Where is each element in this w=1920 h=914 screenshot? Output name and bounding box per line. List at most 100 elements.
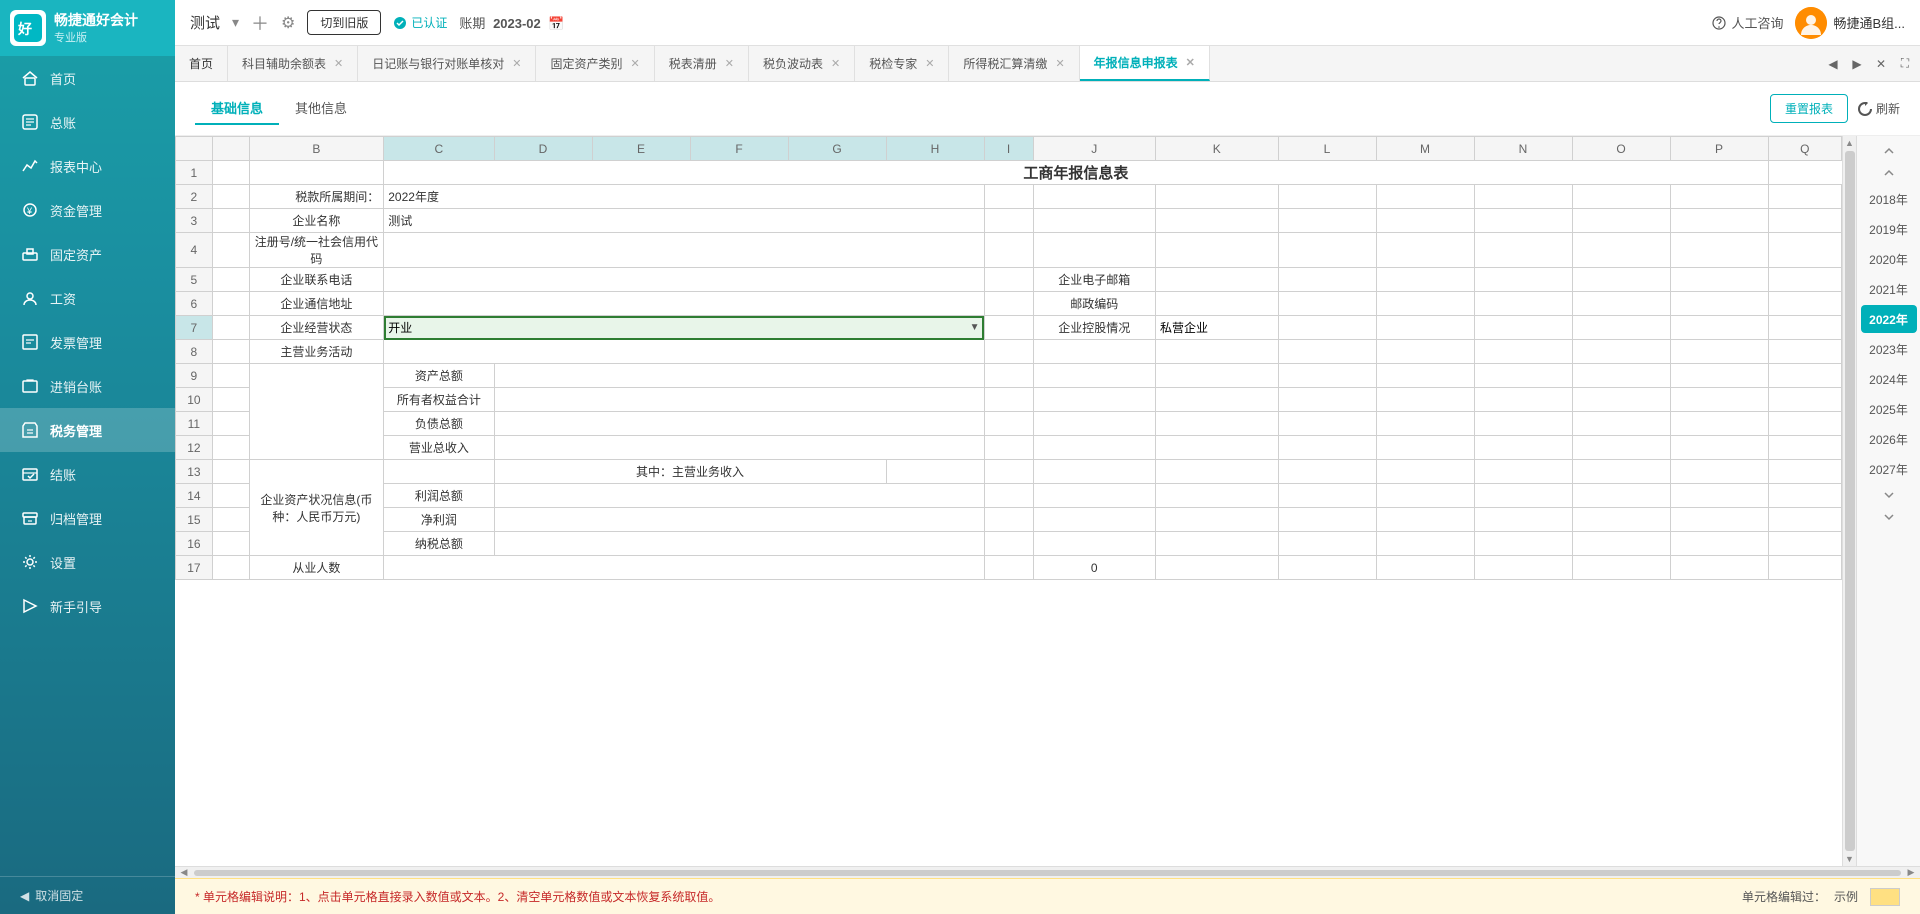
col-header-c[interactable]: C (384, 137, 494, 161)
topbar-gear-btn[interactable]: ⚙ (281, 13, 295, 33)
cell-16-k[interactable] (1156, 532, 1279, 556)
reset-report-btn[interactable]: 重置报表 (1770, 94, 1848, 123)
cell-2-i[interactable] (984, 185, 1033, 209)
cell-12-o[interactable] (1572, 436, 1670, 460)
cell-12-q[interactable] (1768, 436, 1842, 460)
cell-12-n[interactable] (1474, 436, 1572, 460)
cell-2-n[interactable] (1474, 185, 1572, 209)
cell-16-df[interactable] (494, 532, 984, 556)
cell-6-o[interactable] (1572, 292, 1670, 316)
cell-9-b[interactable] (249, 364, 384, 460)
cell-7-b[interactable]: 企业经营状态 (249, 316, 384, 340)
col-header-n[interactable]: N (1474, 137, 1572, 161)
cell-14-o[interactable] (1572, 484, 1670, 508)
cell-11-n[interactable] (1474, 412, 1572, 436)
cell-15-q[interactable] (1768, 508, 1842, 532)
cell-17-l[interactable] (1278, 556, 1376, 580)
cell-17-a[interactable] (212, 556, 249, 580)
cell-13-k[interactable] (1156, 460, 1279, 484)
cell-3-j[interactable] (1033, 209, 1156, 233)
cell-16-n[interactable] (1474, 532, 1572, 556)
tabbar-next-btn[interactable]: ▶ (1846, 53, 1868, 75)
cell-6-j[interactable]: 邮政编码 (1033, 292, 1156, 316)
sidebar-item-tax[interactable]: 税务管理 (0, 408, 175, 452)
cell-7-q[interactable] (1768, 316, 1842, 340)
year-2025[interactable]: 2025年 (1861, 395, 1917, 423)
cell-8-p[interactable] (1670, 340, 1768, 364)
cell-16-c[interactable]: 纳税总额 (384, 532, 494, 556)
cell-7-l[interactable] (1278, 316, 1376, 340)
cell-2-b[interactable]: 税款所属期间： (249, 185, 384, 209)
year-2020[interactable]: 2020年 (1861, 245, 1917, 273)
cell-7-p[interactable] (1670, 316, 1768, 340)
topbar-user[interactable]: 畅捷通B组... (1795, 7, 1905, 39)
cell-12-k[interactable] (1156, 436, 1279, 460)
year-2021[interactable]: 2021年 (1861, 275, 1917, 303)
cell-15-l[interactable] (1278, 508, 1376, 532)
cell-3-m[interactable] (1376, 209, 1474, 233)
topbar-service-btn[interactable]: 人工咨询 (1711, 13, 1783, 32)
cell-17-q[interactable] (1768, 556, 1842, 580)
cell-5-a[interactable] (212, 268, 249, 292)
cell-16-a[interactable] (212, 532, 249, 556)
cell-6-p[interactable] (1670, 292, 1768, 316)
cell-5-k[interactable] (1156, 268, 1279, 292)
cell-13-j[interactable] (1033, 460, 1156, 484)
year-2022[interactable]: 2022年 (1861, 305, 1917, 333)
cell-2-j[interactable] (1033, 185, 1156, 209)
cell-4-j[interactable] (1033, 233, 1156, 268)
cell-15-df[interactable] (494, 508, 984, 532)
cell-17-i[interactable] (984, 556, 1033, 580)
cell-11-i[interactable] (984, 412, 1033, 436)
cell-8-a[interactable] (212, 340, 249, 364)
col-header-p[interactable]: P (1670, 137, 1768, 161)
col-header-g[interactable]: G (788, 137, 886, 161)
cell-17-j[interactable]: 0 (1033, 556, 1156, 580)
sidebar-item-guide[interactable]: 新手引导 (0, 584, 175, 628)
cell-15-o[interactable] (1572, 508, 1670, 532)
tab-close-tax-expert[interactable]: ✕ (925, 57, 934, 70)
cell-8-o[interactable] (1572, 340, 1670, 364)
cell-3-i[interactable] (984, 209, 1033, 233)
col-header-j[interactable]: J (1033, 137, 1156, 161)
cell-15-c[interactable]: 净利润 (384, 508, 494, 532)
cell-13-p[interactable] (1670, 460, 1768, 484)
col-header-d[interactable]: D (494, 137, 592, 161)
cell-3-p[interactable] (1670, 209, 1768, 233)
sidebar-item-wages[interactable]: 工资 (0, 276, 175, 320)
cell-4-b[interactable]: 注册号/统一社会信用代码 (249, 233, 384, 268)
cell-12-c[interactable]: 营业总收入 (384, 436, 494, 460)
cell-10-a[interactable] (212, 388, 249, 412)
tab-close-journal[interactable]: ✕ (512, 57, 521, 70)
cell-15-n[interactable] (1474, 508, 1572, 532)
cell-3-n[interactable] (1474, 209, 1572, 233)
cell-6-i[interactable] (984, 292, 1033, 316)
cell-11-l[interactable] (1278, 412, 1376, 436)
cell-15-k[interactable] (1156, 508, 1279, 532)
cell-13-n[interactable] (1474, 460, 1572, 484)
cell-2-a[interactable] (212, 185, 249, 209)
cell-2-o[interactable] (1572, 185, 1670, 209)
cell-16-o[interactable] (1572, 532, 1670, 556)
cell-9-n[interactable] (1474, 364, 1572, 388)
cell-11-a[interactable] (212, 412, 249, 436)
cell-10-o[interactable] (1572, 388, 1670, 412)
cell-9-m[interactable] (1376, 364, 1474, 388)
cell-9-o[interactable] (1572, 364, 1670, 388)
dropdown-arrow-icon[interactable]: ▼ (970, 322, 980, 333)
cell-13-d[interactable]: 其中：主营业务收入 (494, 460, 886, 484)
col-header-i[interactable]: I (984, 137, 1033, 161)
cell-4-k[interactable] (1156, 233, 1279, 268)
cell-13-h[interactable] (886, 460, 984, 484)
year-2027[interactable]: 2027年 (1861, 455, 1917, 483)
cell-2-q[interactable] (1768, 185, 1842, 209)
cell-4-m[interactable] (1376, 233, 1474, 268)
cell-4-c[interactable] (384, 233, 984, 268)
cell-7-i[interactable] (984, 316, 1033, 340)
cell-16-j[interactable] (1033, 532, 1156, 556)
cell-6-q[interactable] (1768, 292, 1842, 316)
cell-14-n[interactable] (1474, 484, 1572, 508)
cell-17-o[interactable] (1572, 556, 1670, 580)
cell-16-l[interactable] (1278, 532, 1376, 556)
cell-9-c[interactable]: 资产总额 (384, 364, 494, 388)
